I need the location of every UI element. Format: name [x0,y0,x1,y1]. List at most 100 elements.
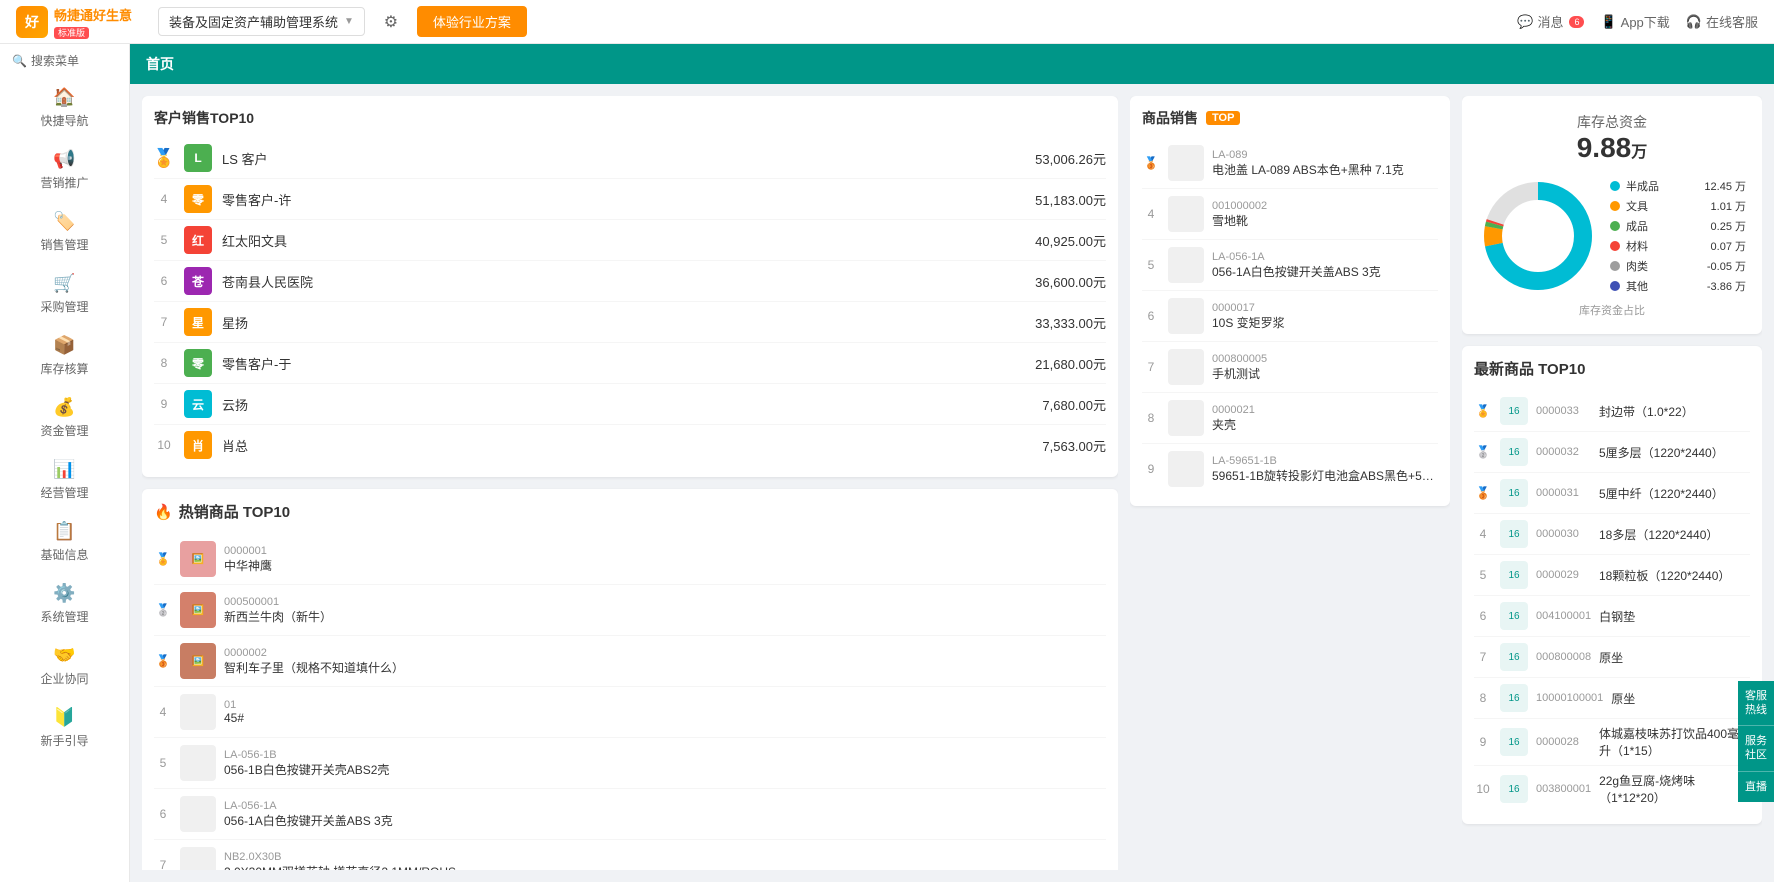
list-item: 9 16 0000028 体城嘉枝味苏打饮品400毫升（1*15） [1474,719,1750,766]
product-icon: 16 [1500,602,1528,630]
list-item: 🏅 16 0000033 封边带（1.0*22） [1474,391,1750,432]
product-sales-card: 商品销售 TOP 🥉 LA-089 电池盖 LA-089 ABS本色+黑种 7.… [1130,96,1450,506]
inventory-amount: 9.88万 [1478,132,1746,164]
page-body: 客户销售TOP10 🏅 L LS 客户 53,006.26元 4 零 零售客 [130,84,1774,882]
enterprise-icon: 🤝 [53,645,75,666]
list-item: 4 01 45# [154,687,1106,738]
page-header: 首页 [130,44,1774,84]
product-icon: 16 [1500,561,1528,589]
topbar: 好 畅捷通好生意 标准版 装备及固定资产辅助管理系统 ▼ ⚙ 体验行业方案 💬 … [0,0,1774,44]
system-selector[interactable]: 装备及固定资产辅助管理系统 ▼ [158,7,365,36]
chart-legend: 半成品 12.45 万 文具 1.01 万 成品 0 [1610,178,1746,294]
avatar: 肖 [184,431,212,459]
fire-icon: 🔥 [154,503,173,521]
chart-area: 半成品 12.45 万 文具 1.01 万 成品 0 [1478,176,1746,296]
sales-icon: 🏷️ [53,211,75,232]
phone-icon: 📱 [1600,14,1616,30]
product-icon: 16 [1500,684,1528,712]
product-sales-list: 🥉 LA-089 电池盖 LA-089 ABS本色+黑种 7.1克 4 [1142,138,1438,494]
sidebar-item-enterprise[interactable]: 🤝 企业协同 [0,635,129,697]
left-panel: 客户销售TOP10 🏅 L LS 客户 53,006.26元 4 零 零售客 [142,96,1118,870]
product-image [1168,400,1204,436]
search-menu[interactable]: 🔍 搜索菜单 [0,44,129,77]
product-image [180,694,216,730]
content-area: 首页 客户销售TOP10 🏅 L LS 客户 53,006.26元 [130,44,1774,882]
list-item: 9 LA-59651-1B 59651-1B旋转投影灯电池盒ABS黑色+58克 [1142,444,1438,494]
operations-icon: 📊 [53,459,75,480]
product-image [1168,196,1204,232]
new-products-card: 最新商品 TOP10 🏅 16 0000033 封边带（1.0*22） 🥈 16 [1462,346,1762,824]
hot-products-title: 🔥 热销商品 TOP10 [154,501,1106,522]
customer-ranking-card: 客户销售TOP10 🏅 L LS 客户 53,006.26元 4 零 零售客 [142,96,1118,477]
headset-icon: 🎧 [1686,14,1702,30]
table-row: 7 星 星扬 33,333.00元 [154,302,1106,343]
product-icon: 16 [1500,438,1528,466]
product-image [180,796,216,832]
logo-area: 好 畅捷通好生意 标准版 [16,5,146,39]
list-item: 🥈 16 0000032 5厘多层（1220*2440） [1474,432,1750,473]
product-image [1168,451,1204,487]
product-sales-title: 商品销售 TOP [1142,108,1438,128]
list-item: 5 LA-056-1A 056-1A白色按键开关盖ABS 3克 [1142,240,1438,291]
table-row: 8 零 零售客户-于 21,680.00元 [154,343,1106,384]
new-products-title: 最新商品 TOP10 [1474,358,1750,379]
product-image: 🖼️ [180,541,216,577]
sidebar-item-finance[interactable]: 💰 资金管理 [0,387,129,449]
service-community-button[interactable]: 服务社区 [1738,726,1774,772]
logo-icon: 好 [16,6,48,38]
try-button[interactable]: 体验行业方案 [417,6,527,37]
product-image [180,847,216,870]
list-item: 5 LA-056-1B 056-1B白色按键开关壳ABS2壳 [154,738,1106,789]
customer-ranking-table: 🏅 L LS 客户 53,006.26元 4 零 零售客户-许 51,183.0… [154,138,1106,465]
sidebar-item-quick-nav[interactable]: 🏠 快捷导航 [0,77,129,139]
product-icon: 16 [1500,775,1528,803]
list-item: 8 16 10000100001 原坐 [1474,678,1750,719]
new-products-list: 🏅 16 0000033 封边带（1.0*22） 🥈 16 0000032 5厘… [1474,391,1750,812]
search-icon: 🔍 [12,54,27,68]
legend-item: 肉类 -0.05 万 [1610,258,1746,274]
product-icon: 16 [1500,397,1528,425]
sidebar-item-marketing[interactable]: 📢 营销推广 [0,139,129,201]
table-row: 9 云 云扬 7,680.00元 [154,384,1106,425]
online-service-button[interactable]: 🎧 在线客服 [1686,12,1758,31]
product-image: 🖼️ [180,643,216,679]
list-item: 8 0000021 夹壳 [1142,393,1438,444]
list-item: 7 16 000800008 原坐 [1474,637,1750,678]
guide-icon: 🔰 [53,707,75,728]
donut-chart [1478,176,1598,296]
list-item: 🥉 LA-089 电池盖 LA-089 ABS本色+黑种 7.1克 [1142,138,1438,189]
inventory-card: 库存总资金 9.88万 [1462,96,1762,334]
sidebar-item-guide[interactable]: 🔰 新手引导 [0,697,129,759]
sidebar-item-basics[interactable]: 📋 基础信息 [0,511,129,573]
chevron-down-icon: ▼ [344,16,354,27]
sidebar-item-sales[interactable]: 🏷️ 销售管理 [0,201,129,263]
app-download-button[interactable]: 📱 App下载 [1600,12,1669,31]
hot-products-list: 🏅 🖼️ 0000001 中华神鹰 🥈 🖼️ 000500001 [154,534,1106,870]
product-icon: 16 [1500,479,1528,507]
message-badge: 6 [1569,16,1584,28]
legend-item: 成品 0.25 万 [1610,218,1746,234]
product-image [1168,145,1204,181]
legend-item: 材料 0.07 万 [1610,238,1746,254]
sidebar-item-purchase[interactable]: 🛒 采购管理 [0,263,129,325]
list-item: 6 0000017 10S 变矩罗浆 [1142,291,1438,342]
product-image [1168,247,1204,283]
float-buttons: 客服热线 服务社区 直播 [1738,681,1774,802]
purchase-icon: 🛒 [53,273,75,294]
legend-item: 其他 -3.86 万 [1610,278,1746,294]
sidebar-item-system[interactable]: ⚙️ 系统管理 [0,573,129,635]
topbar-right: 💬 消息 6 📱 App下载 🎧 在线客服 [1517,12,1758,31]
avatar: 零 [184,185,212,213]
message-button[interactable]: 💬 消息 6 [1517,12,1584,31]
live-button[interactable]: 直播 [1738,772,1774,802]
product-icon: 16 [1500,520,1528,548]
list-item: 6 16 004100001 白钢垫 [1474,596,1750,637]
logo-badge: 标准版 [54,27,89,39]
sidebar-item-operations[interactable]: 📊 经营管理 [0,449,129,511]
sidebar-item-inventory[interactable]: 📦 库存核算 [0,325,129,387]
table-row: 6 苍 苍南县人民医院 36,600.00元 [154,261,1106,302]
system-name: 装备及固定资产辅助管理系统 [169,12,338,31]
customer-service-button[interactable]: 客服热线 [1738,681,1774,727]
avatar: 零 [184,349,212,377]
settings-icon[interactable]: ⚙ [377,8,405,36]
